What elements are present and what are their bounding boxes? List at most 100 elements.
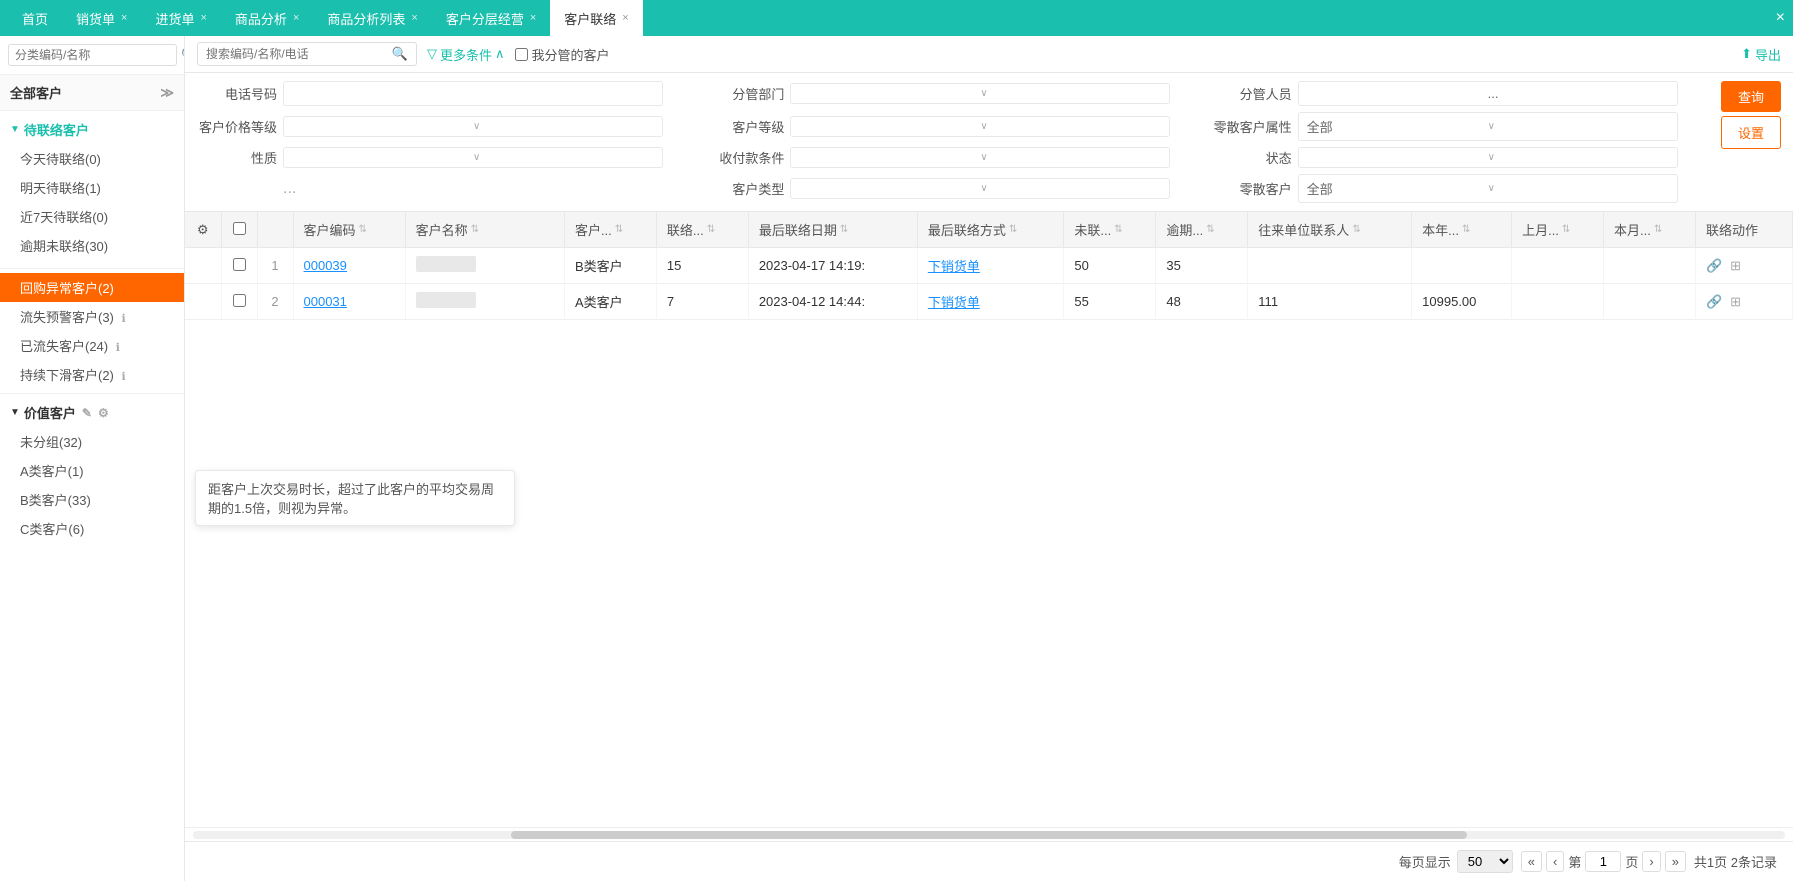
close-product-list[interactable]: × [411, 12, 417, 24]
th-last-month[interactable]: 上月... ⇅ [1512, 212, 1604, 248]
th-historical-contact[interactable]: 往来单位联系人 ⇅ [1248, 212, 1412, 248]
th-customer-name[interactable]: 客户名称 ⇅ [405, 212, 564, 248]
row2-contact: 7 [656, 284, 748, 320]
row2-code-link[interactable]: 000031 [304, 294, 347, 309]
export-btn[interactable]: ⬆ 导出 [1741, 45, 1781, 64]
select-all-checkbox[interactable] [233, 222, 246, 235]
dept-dropdown[interactable]: ∨ [790, 83, 1170, 104]
th-last-contact-way[interactable]: 最后联络方式 ⇅ [917, 212, 1064, 248]
customer-type-dropdown[interactable]: ∨ [790, 178, 1170, 199]
close-sales-order[interactable]: × [121, 12, 127, 24]
retail-attr-dropdown[interactable]: 全部 ∨ [1298, 112, 1678, 141]
th-settings[interactable]: ⚙ [185, 212, 221, 248]
th-uncontacted[interactable]: 未联... ⇅ [1064, 212, 1156, 248]
category-search-input[interactable] [8, 44, 177, 66]
th-this-month[interactable]: 本月... ⇅ [1604, 212, 1696, 248]
th-contact-count[interactable]: 联络... ⇅ [656, 212, 748, 248]
per-page-label: 每页显示 [1399, 852, 1451, 871]
pending-contact-group: ▼ 待联络客户 今天待联络(0) 明天待联络(1) 近7天待联络(0) 逾期未联… [0, 111, 184, 264]
row2-action: 🔗 ⊞ [1695, 284, 1792, 320]
row2-code: 000031 [293, 284, 405, 320]
next-page-btn[interactable]: › [1642, 851, 1660, 872]
value-customer-edit-icon[interactable]: ✎ [82, 406, 92, 420]
horizontal-scroll[interactable] [185, 827, 1793, 841]
search-icon[interactable]: 🔍 [392, 46, 408, 62]
nature-dropdown[interactable]: ∨ [283, 147, 663, 168]
close-product-analysis[interactable]: × [293, 12, 299, 24]
row1-qr-icon[interactable]: ⊞ [1730, 258, 1741, 274]
th-overdue[interactable]: 逾期... ⇅ [1156, 212, 1248, 248]
prev-page-btn[interactable]: ‹ [1546, 851, 1564, 872]
payment-dropdown[interactable]: ∨ [790, 147, 1170, 168]
sidebar-item-overdue[interactable]: 逾期未联络(30) [0, 231, 184, 260]
customer-level-dropdown[interactable]: ∨ [790, 116, 1170, 137]
sidebar-divider-1 [0, 268, 184, 269]
sort-type-icon: ⇅ [615, 224, 623, 235]
nav-product-list[interactable]: 商品分析列表 × [313, 0, 431, 36]
nav-purchase-order[interactable]: 进货单 × [141, 0, 220, 36]
scroll-thumb [511, 831, 1466, 839]
th-this-year[interactable]: 本年... ⇅ [1412, 212, 1512, 248]
sidebar-item-tomorrow[interactable]: 明天待联络(1) [0, 173, 184, 202]
payment-arrow: ∨ [980, 152, 1161, 163]
close-customer-contact[interactable]: × [622, 12, 628, 24]
close-purchase-order[interactable]: × [200, 12, 206, 24]
sidebar-item-declining[interactable]: 持续下滑客户(2) ℹ [0, 360, 184, 389]
row1-name [405, 248, 564, 284]
filter-row-1: 电话号码 分管部门 ∨ 分管人员 [197, 81, 1711, 106]
price-level-dropdown[interactable]: ∨ [283, 116, 663, 137]
row4-ellipsis[interactable]: ... [283, 180, 696, 198]
close-all-tabs[interactable]: × [1776, 9, 1785, 27]
query-button[interactable]: 查询 [1721, 81, 1781, 112]
churn-warning-info-icon: ℹ [122, 313, 126, 325]
row2-contact-way-link[interactable]: 下销货单 [928, 295, 980, 310]
nav-customer-contact[interactable]: 客户联络 × [550, 0, 642, 36]
filter-col-nature: 性质 ∨ [197, 147, 696, 168]
pending-contact-header[interactable]: ▼ 待联络客户 [0, 115, 184, 144]
row1-link-icon[interactable]: 🔗 [1706, 258, 1722, 274]
per-page-select[interactable]: 10 20 50 100 [1457, 850, 1513, 873]
value-customer-arrow: ▼ [10, 407, 20, 418]
sidebar-item-churned[interactable]: 已流失客户(24) ℹ [0, 331, 184, 360]
collapse-sidebar-icon[interactable]: ≫ [160, 85, 174, 101]
manager-field[interactable]: ... [1298, 81, 1678, 106]
nav-home[interactable]: 首页 [8, 0, 62, 36]
retail-customer-dropdown[interactable]: 全部 ∨ [1298, 174, 1678, 203]
sidebar-item-class-c[interactable]: C类客户(6) [0, 514, 184, 543]
status-dropdown[interactable]: ∨ [1298, 147, 1678, 168]
search-input[interactable] [206, 47, 392, 61]
row1-checkbox[interactable] [233, 258, 246, 271]
sidebar-item-churn-warning[interactable]: 流失预警客户(3) ℹ [0, 302, 184, 331]
sidebar-item-class-a[interactable]: A类客户(1) [0, 456, 184, 485]
row2-checkbox[interactable] [233, 294, 246, 307]
page-number-input[interactable] [1585, 851, 1621, 872]
nav-customer-layered[interactable]: 客户分层经营 × [432, 0, 550, 36]
close-customer-layered[interactable]: × [530, 12, 536, 24]
nav-sales-order[interactable]: 销货单 × [62, 0, 141, 36]
th-customer-type[interactable]: 客户... ⇅ [564, 212, 656, 248]
row2-qr-icon[interactable]: ⊞ [1730, 294, 1741, 310]
sidebar-item-ungrouped[interactable]: 未分组(32) [0, 427, 184, 456]
filter-icon: ▽ [427, 46, 437, 62]
manager-ellipsis[interactable]: ... [1488, 86, 1669, 101]
sidebar-item-7days[interactable]: 近7天待联络(0) [0, 202, 184, 231]
last-page-btn[interactable]: » [1665, 851, 1686, 872]
phone-input[interactable] [283, 81, 663, 106]
first-page-btn[interactable]: « [1521, 851, 1542, 872]
sidebar-item-today[interactable]: 今天待联络(0) [0, 144, 184, 173]
more-conditions-btn[interactable]: ▽ 更多条件 ∧ [427, 45, 505, 64]
row1-contact-way-link[interactable]: 下销货单 [928, 259, 980, 274]
nav-product-analysis[interactable]: 商品分析 × [221, 0, 313, 36]
my-customers-checkbox[interactable] [515, 48, 528, 61]
row1-last-contact-date: 2023-04-17 14:19: [748, 248, 917, 284]
th-last-contact-date[interactable]: 最后联络日期 ⇅ [748, 212, 917, 248]
row2-link-icon[interactable]: 🔗 [1706, 294, 1722, 310]
settings-button[interactable]: 设置 [1721, 116, 1781, 149]
row1-code-link[interactable]: 000039 [304, 258, 347, 273]
sidebar-item-class-b[interactable]: B类客户(33) [0, 485, 184, 514]
value-customer-group-header[interactable]: ▼ 价值客户 ✎ ⚙ [0, 398, 184, 427]
sidebar-item-repurchase-abnormal[interactable]: 回购异常客户(2) ℹ [0, 273, 184, 302]
row2-type: A类客户 [564, 284, 656, 320]
value-customer-settings-icon[interactable]: ⚙ [98, 406, 109, 420]
th-customer-code[interactable]: 客户编码 ⇅ [293, 212, 405, 248]
